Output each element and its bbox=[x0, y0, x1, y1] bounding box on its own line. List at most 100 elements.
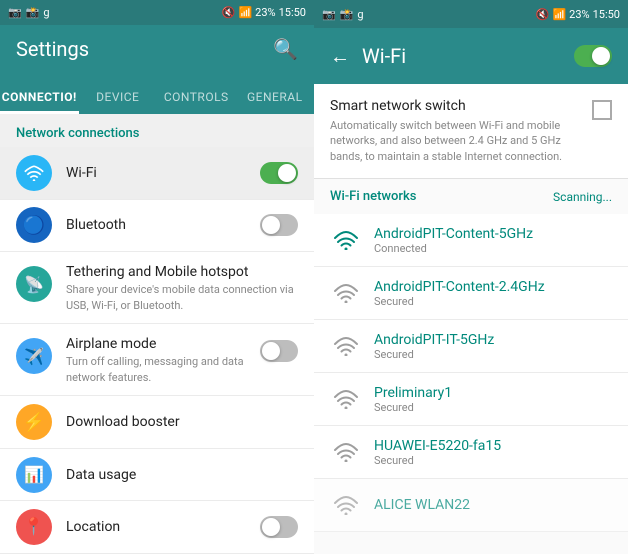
network-text-0: AndroidPIT-Content-5GHz Connected bbox=[374, 226, 612, 255]
data-usage-item[interactable]: 📊 Data usage bbox=[0, 449, 314, 502]
location-toggle[interactable] bbox=[260, 516, 298, 538]
tab-device[interactable]: DEVICE bbox=[79, 90, 158, 114]
bluetooth-toggle[interactable] bbox=[260, 214, 298, 236]
location-icon: 📍 bbox=[23, 517, 44, 537]
search-icon[interactable]: 🔍 bbox=[273, 37, 298, 61]
network-item-2[interactable]: AndroidPIT-IT-5GHz Secured bbox=[314, 320, 628, 373]
time-text: 15:50 bbox=[279, 6, 306, 19]
network-item-4[interactable]: HUAWEI-E5220-fa15 Secured bbox=[314, 426, 628, 479]
network-status-1: Secured bbox=[374, 295, 612, 308]
download-icon-circle: ⚡ bbox=[16, 404, 52, 440]
network-item-1[interactable]: AndroidPIT-Content-2.4GHz Secured bbox=[314, 267, 628, 320]
airplane-toggle-knob bbox=[262, 342, 280, 360]
airplane-icon: ✈️ bbox=[24, 347, 44, 366]
tethering-list-item[interactable]: 📡 Tethering and Mobile hotspot Share you… bbox=[0, 252, 314, 324]
back-button[interactable]: ← bbox=[330, 44, 350, 69]
airplane-icon-circle: ✈️ bbox=[16, 338, 52, 374]
wifi-signal-icon-1 bbox=[330, 277, 362, 309]
tab-controls[interactable]: CONTROLS bbox=[157, 90, 236, 114]
tethering-item-text: Tethering and Mobile hotspot Share your … bbox=[66, 264, 298, 313]
hotspot-icon: 📡 bbox=[24, 275, 44, 294]
location-icon-circle: 📍 bbox=[16, 509, 52, 545]
right-panel: 📷 📸 g 🔇 📶 23% 15:50 ← Wi-Fi Smart networ… bbox=[314, 0, 628, 554]
network-status-0: Connected bbox=[374, 242, 612, 255]
bluetooth-toggle-knob bbox=[262, 216, 280, 234]
status-right-left-icons: 📷 📸 g bbox=[322, 8, 364, 21]
airplane-item-text: Airplane mode Turn off calling, messagin… bbox=[66, 336, 246, 385]
camera-icon-r: 📷 bbox=[322, 8, 336, 21]
time-text-r: 15:50 bbox=[593, 8, 620, 21]
location-toggle-knob bbox=[262, 518, 280, 536]
status-right-right-info: 🔇 📶 23% 15:50 bbox=[536, 8, 620, 21]
settings-header: Settings 🔍 bbox=[0, 25, 314, 74]
left-panel: 📷 📸 g 🔇 📶 23% 15:50 Settings 🔍 CONNECTIO… bbox=[0, 0, 314, 554]
app-icon-r: g bbox=[357, 8, 363, 21]
wifi-signal-icon-0 bbox=[330, 224, 362, 256]
tethering-icon-circle: 📡 bbox=[16, 266, 52, 302]
tethering-title: Tethering and Mobile hotspot bbox=[66, 264, 298, 280]
bluetooth-icon-circle: 🔵 bbox=[16, 207, 52, 243]
signal-icon: 📶 bbox=[238, 6, 252, 19]
smart-switch-desc: Automatically switch between Wi-Fi and m… bbox=[330, 118, 582, 164]
wifi-toggle-knob bbox=[278, 164, 296, 182]
download-booster-item[interactable]: ⚡ Download booster bbox=[0, 396, 314, 449]
network-item-0[interactable]: AndroidPIT-Content-5GHz Connected bbox=[314, 214, 628, 267]
battery-text: 23% bbox=[255, 6, 275, 19]
network-name-3: Preliminary1 bbox=[374, 385, 612, 401]
wifi-header: ← Wi-Fi bbox=[314, 28, 628, 84]
location-item[interactable]: 📍 Location bbox=[0, 501, 314, 554]
smart-switch-text: Smart network switch Automatically switc… bbox=[330, 98, 582, 164]
network-text-3: Preliminary1 Secured bbox=[374, 385, 612, 414]
mute-icon-r: 🔇 bbox=[536, 8, 550, 21]
bolt-icon: ⚡ bbox=[23, 412, 45, 433]
smart-switch-section: Smart network switch Automatically switc… bbox=[314, 84, 628, 179]
status-left-icons: 📷 📸 g bbox=[8, 6, 50, 19]
tethering-subtitle: Share your device's mobile data connecti… bbox=[66, 282, 298, 313]
smart-switch-title: Smart network switch bbox=[330, 98, 582, 114]
chart-icon: 📊 bbox=[24, 465, 44, 484]
app-icon: g bbox=[43, 6, 49, 19]
bluetooth-list-item[interactable]: 🔵 Bluetooth bbox=[0, 200, 314, 253]
camera-icon: 📷 bbox=[8, 6, 22, 19]
instagram-icon: 📸 bbox=[26, 6, 40, 19]
location-text: Location bbox=[66, 519, 246, 535]
wifi-main-toggle[interactable] bbox=[574, 45, 612, 67]
network-text-4: HUAWEI-E5220-fa15 Secured bbox=[374, 438, 612, 467]
wifi-item-text: Wi-Fi bbox=[66, 165, 246, 181]
wifi-signal-icon-4 bbox=[330, 436, 362, 468]
network-status-4: Secured bbox=[374, 454, 612, 467]
data-icon-circle: 📊 bbox=[16, 457, 52, 493]
networks-label: Wi-Fi networks bbox=[330, 189, 417, 204]
download-item-text: Download booster bbox=[66, 414, 298, 430]
network-item-5[interactable]: ALICE WLAN22 bbox=[314, 479, 628, 532]
wifi-title: Wi-Fi bbox=[66, 165, 246, 181]
network-text-2: AndroidPIT-IT-5GHz Secured bbox=[374, 332, 612, 361]
network-name-2: AndroidPIT-IT-5GHz bbox=[374, 332, 612, 348]
tab-connection[interactable]: CONNECTIO! bbox=[0, 90, 79, 114]
mute-icon: 🔇 bbox=[222, 6, 236, 19]
wifi-signal-icon-3 bbox=[330, 383, 362, 415]
battery-text-r: 23% bbox=[569, 8, 589, 21]
airplane-toggle[interactable] bbox=[260, 340, 298, 362]
airplane-list-item[interactable]: ✈️ Airplane mode Turn off calling, messa… bbox=[0, 324, 314, 396]
wifi-icon-circle bbox=[16, 155, 52, 191]
tab-general[interactable]: GENERAL bbox=[236, 90, 315, 114]
status-bar-right: 📷 📸 g 🔇 📶 23% 15:50 bbox=[314, 0, 628, 28]
scanning-text: Scanning... bbox=[553, 190, 612, 204]
data-usage-title: Data usage bbox=[66, 467, 298, 483]
network-connections-label: Network connections bbox=[0, 114, 314, 147]
tabs-bar: CONNECTIO! DEVICE CONTROLS GENERAL bbox=[0, 74, 314, 114]
smart-switch-checkbox[interactable] bbox=[592, 100, 612, 120]
bluetooth-title: Bluetooth bbox=[66, 217, 246, 233]
download-title: Download booster bbox=[66, 414, 298, 430]
network-status-3: Secured bbox=[374, 401, 612, 414]
instagram-icon-r: 📸 bbox=[340, 8, 354, 21]
wifi-toggle[interactable] bbox=[260, 162, 298, 184]
network-item-3[interactable]: Preliminary1 Secured bbox=[314, 373, 628, 426]
wifi-list-item[interactable]: Wi-Fi bbox=[0, 147, 314, 200]
network-name-5: ALICE WLAN22 bbox=[374, 497, 612, 513]
network-text-1: AndroidPIT-Content-2.4GHz Secured bbox=[374, 279, 612, 308]
wifi-signal-icon-2 bbox=[330, 330, 362, 362]
status-right-info: 🔇 📶 23% 15:50 bbox=[222, 6, 306, 19]
status-bar-left: 📷 📸 g 🔇 📶 23% 15:50 bbox=[0, 0, 314, 25]
